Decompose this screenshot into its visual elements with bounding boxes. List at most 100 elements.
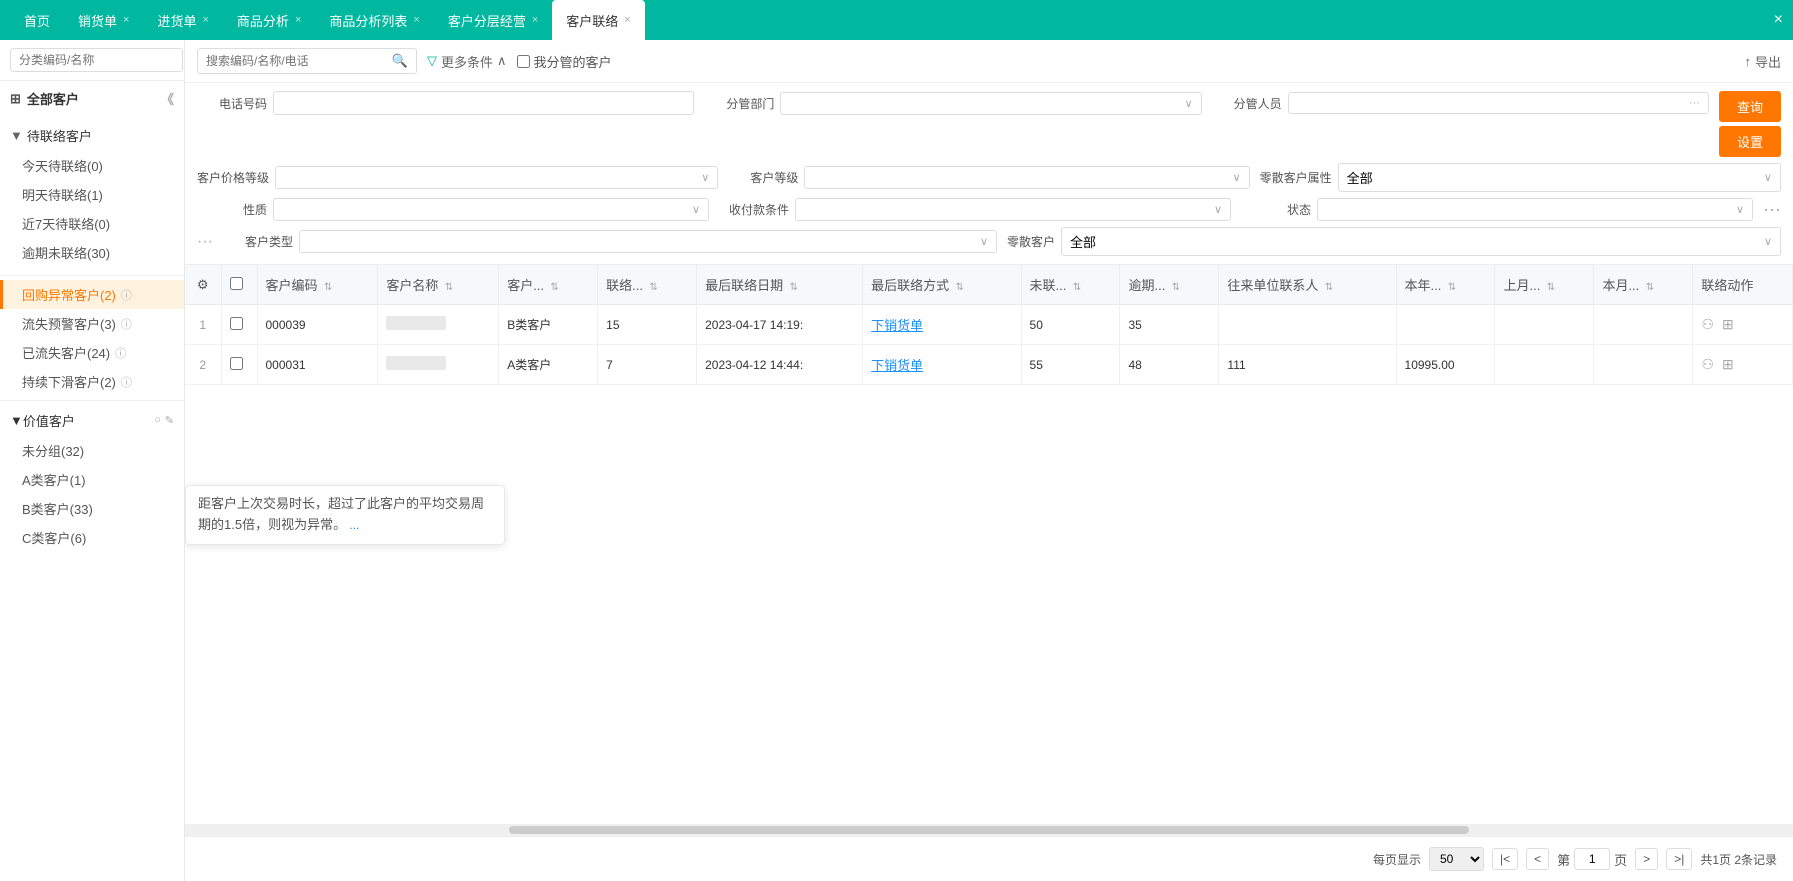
- close-all-button[interactable]: ×: [1774, 11, 1783, 29]
- edit-icon[interactable]: ✎: [165, 414, 174, 427]
- this-month-col-header[interactable]: 本月... ⇅: [1594, 265, 1693, 305]
- level-col-header[interactable]: 客户... ⇅: [499, 265, 598, 305]
- row-contact-person: 111: [1219, 345, 1396, 385]
- prev-page-button[interactable]: <: [1526, 848, 1549, 870]
- status-select[interactable]: ∨: [1317, 198, 1753, 221]
- sidebar-item-lost-pre[interactable]: 流失预警客户(3) ⓘ: [0, 309, 184, 338]
- sidebar-search-input[interactable]: [10, 48, 183, 72]
- first-page-button[interactable]: |<: [1492, 848, 1518, 870]
- customer-type-select[interactable]: ∨: [299, 230, 997, 253]
- divider2: [0, 400, 184, 401]
- close-icon[interactable]: ×: [624, 14, 630, 26]
- sidebar-item-today[interactable]: 今天待联络(0): [0, 151, 184, 180]
- sidebar: 🔍 ⊞ 全部客户 《 ▼ 待联络客户 今天待联络(0) 明天待联络(1) 近7天…: [0, 40, 185, 881]
- sidebar-item-a-class[interactable]: A类客户(1): [0, 465, 184, 494]
- ellipsis-icon: ···: [1689, 97, 1700, 109]
- chevron-down-icon: ∨: [1233, 171, 1241, 184]
- this-year-col-header[interactable]: 本年... ⇅: [1396, 265, 1495, 305]
- filter-field-nature: 性质 ∨: [197, 198, 709, 221]
- divider: [0, 275, 184, 276]
- last-month-col-header[interactable]: 上月... ⇅: [1495, 265, 1594, 305]
- row-not-contacted: 55: [1021, 345, 1120, 385]
- last-page-button[interactable]: >|: [1666, 848, 1692, 870]
- sidebar-item-unclassified[interactable]: 未分组(32): [0, 436, 184, 465]
- code-col-header[interactable]: 客户编码 ⇅: [257, 265, 378, 305]
- tab-purchase-order[interactable]: 进货单 ×: [143, 0, 222, 40]
- row-checkbox: [221, 305, 257, 345]
- tab-customer-tiered[interactable]: 客户分层经营 ×: [434, 0, 552, 40]
- tab-sales-order[interactable]: 销货单 ×: [64, 0, 143, 40]
- contact-action-icon[interactable]: ⚇: [1701, 316, 1714, 333]
- checkbox-col-header: [221, 265, 257, 305]
- table-row: 1 000039 B类客户 15 2023-04-17 14:19: 下销货单: [185, 305, 1793, 345]
- my-customers-checkbox-area[interactable]: 我分管的客户: [517, 52, 612, 71]
- search-input[interactable]: [206, 54, 388, 68]
- contact-action-icon[interactable]: ⚇: [1701, 356, 1714, 373]
- more-filters-button[interactable]: ▽ 更多条件 ∧: [427, 52, 507, 71]
- sidebar-item-7days[interactable]: 近7天待联络(0): [0, 209, 184, 238]
- close-icon[interactable]: ×: [532, 14, 538, 26]
- export-button[interactable]: ↑ 导出: [1744, 52, 1781, 71]
- tab-home[interactable]: 首页: [10, 0, 64, 40]
- sidebar-item-overdue[interactable]: 逾期未联络(30): [0, 238, 184, 267]
- contact-count-col-header[interactable]: 联络... ⇅: [598, 265, 697, 305]
- next-page-button[interactable]: >: [1635, 848, 1658, 870]
- last-contact-date-col-header[interactable]: 最后联络日期 ⇅: [697, 265, 863, 305]
- row-select-checkbox[interactable]: [230, 357, 243, 370]
- sidebar-item-b-class[interactable]: B类客户(33): [0, 494, 184, 523]
- row-last-contact-type[interactable]: 下销货单: [863, 345, 1021, 385]
- page-number-input[interactable]: [1574, 848, 1610, 870]
- page-size-select[interactable]: 50 100 200: [1429, 847, 1484, 871]
- row-last-contact-type[interactable]: 下销货单: [863, 305, 1021, 345]
- close-icon[interactable]: ×: [295, 14, 301, 26]
- not-contacted-col-header[interactable]: 未联... ⇅: [1021, 265, 1120, 305]
- scattered-customer-select[interactable]: 全部 ∨: [1061, 227, 1781, 256]
- search-icon[interactable]: 🔍: [392, 53, 408, 69]
- sort-icon: ⇅: [445, 282, 453, 293]
- dept-select[interactable]: ∨: [780, 92, 1201, 115]
- sidebar-item-tomorrow[interactable]: 明天待联络(1): [0, 180, 184, 209]
- row4-more-icon[interactable]: ···: [197, 233, 213, 251]
- sidebar-item-c-class[interactable]: C类客户(6): [0, 523, 184, 552]
- tab-product-analysis[interactable]: 商品分析 ×: [223, 0, 315, 40]
- payment-select[interactable]: ∨: [795, 198, 1231, 221]
- nature-select[interactable]: ∨: [273, 198, 709, 221]
- person-select[interactable]: ···: [1288, 92, 1709, 114]
- customer-level-select[interactable]: ∨: [804, 166, 1249, 189]
- value-customers-section-title[interactable]: ▼ 价值客户 ○ ✎: [0, 405, 184, 436]
- close-icon[interactable]: ×: [413, 14, 419, 26]
- main-layout: 🔍 ⊞ 全部客户 《 ▼ 待联络客户 今天待联络(0) 明天待联络(1) 近7天…: [0, 40, 1793, 881]
- overdue-col-header[interactable]: 逾期... ⇅: [1120, 265, 1219, 305]
- tab-product-analysis-list[interactable]: 商品分析列表 ×: [315, 0, 433, 40]
- customer-table: ⚙ 客户编码 ⇅ 客户名称 ⇅: [185, 265, 1793, 385]
- last-contact-type-col-header[interactable]: 最后联络方式 ⇅: [863, 265, 1021, 305]
- close-icon[interactable]: ×: [202, 14, 208, 26]
- more-action-icon[interactable]: ⊞: [1722, 356, 1734, 373]
- tab-customer-contact[interactable]: 客户联络 ×: [552, 0, 644, 40]
- price-level-select[interactable]: ∨: [275, 166, 718, 189]
- close-icon[interactable]: ×: [123, 14, 129, 26]
- row-last-contact-date: 2023-04-17 14:19:: [697, 305, 863, 345]
- top-navigation: 首页 销货单 × 进货单 × 商品分析 × 商品分析列表 × 客户分层经营 × …: [0, 0, 1793, 40]
- sidebar-item-recurrent-abnormal[interactable]: 回购异常客户(2) ⓘ: [0, 280, 184, 309]
- my-customers-checkbox[interactable]: [517, 55, 530, 68]
- collapse-icon[interactable]: 《: [161, 89, 174, 108]
- more-action-icon[interactable]: ⊞: [1722, 316, 1734, 333]
- filter-more-icon[interactable]: ···: [1763, 199, 1781, 220]
- select-all-checkbox[interactable]: [230, 277, 243, 290]
- row-select-checkbox[interactable]: [230, 317, 243, 330]
- horizontal-scrollbar[interactable]: [185, 824, 1793, 836]
- filter-icon: ▽: [427, 53, 437, 69]
- query-button[interactable]: 查询: [1719, 91, 1781, 122]
- sidebar-item-keep-down[interactable]: 持续下滑客户(2) ⓘ: [0, 367, 184, 396]
- sidebar-item-already-lost[interactable]: 已流失客户(24) ⓘ: [0, 338, 184, 367]
- name-col-header[interactable]: 客户名称 ⇅: [378, 265, 499, 305]
- settings-icon[interactable]: ⚙: [197, 277, 209, 292]
- scroll-thumb[interactable]: [509, 826, 1469, 834]
- phone-input[interactable]: [273, 91, 694, 115]
- settings-button[interactable]: 设置: [1719, 126, 1781, 157]
- scattered-attr-select[interactable]: 全部 ∨: [1338, 163, 1781, 192]
- contact-person-col-header[interactable]: 往来单位联系人 ⇅: [1219, 265, 1396, 305]
- refresh-icon[interactable]: ○: [154, 414, 161, 427]
- pending-contact-title[interactable]: ▼ 待联络客户: [0, 120, 184, 151]
